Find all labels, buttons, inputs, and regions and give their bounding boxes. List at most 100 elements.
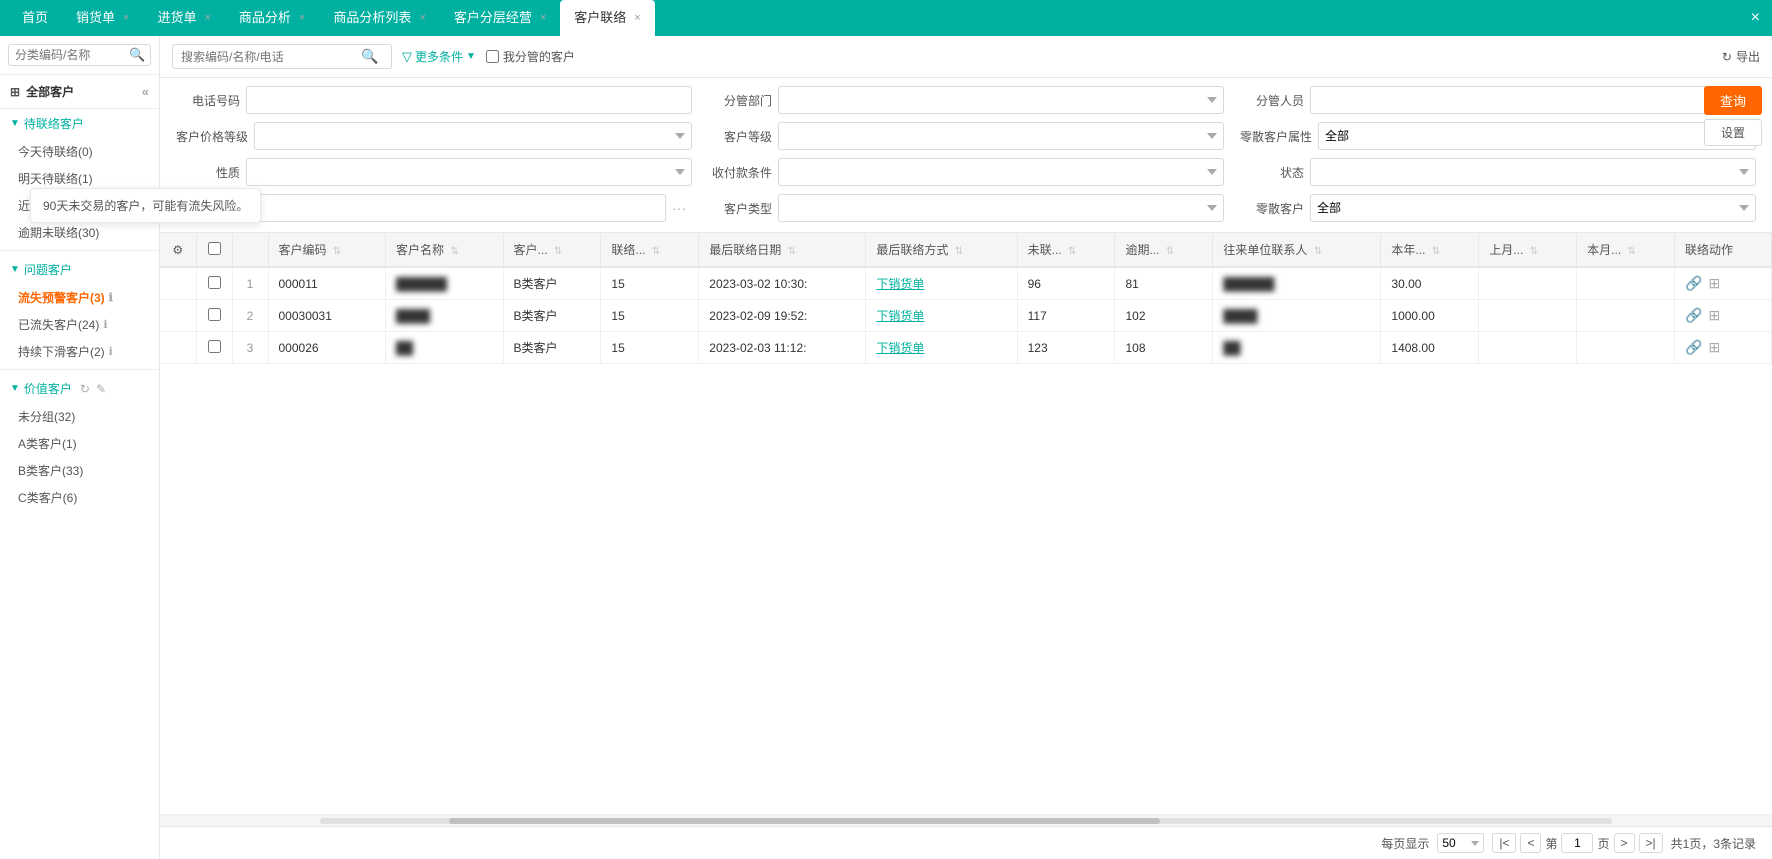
main-search-btn[interactable]: 🔍 [361, 48, 378, 65]
page-num-input[interactable] [1561, 833, 1593, 853]
tab-product-analysis[interactable]: 商品分析 × [225, 0, 319, 36]
filter-label-price-level: 客户价格等级 [176, 128, 254, 145]
sidebar-search-icon[interactable]: 🔍 [129, 47, 145, 63]
horizontal-scrollbar[interactable] [160, 814, 1772, 826]
next-page-btn[interactable]: > [1614, 833, 1635, 853]
row1-last-method[interactable]: 下销货单 [866, 267, 1017, 300]
tab-home[interactable]: 首页 [8, 0, 62, 36]
filter-select-customer-type[interactable] [778, 194, 1224, 222]
tab-sales[interactable]: 销货单 × [62, 0, 143, 36]
row1-checkbox[interactable] [208, 276, 221, 289]
filter-input-phone[interactable] [246, 86, 692, 114]
export-btn[interactable]: ↻ 导出 [1722, 48, 1760, 65]
col-not-contact[interactable]: 未联... ⇅ [1017, 233, 1115, 267]
filter-select-nature[interactable] [246, 158, 692, 186]
sidebar-item-ungroped[interactable]: 未分组(32) [0, 403, 159, 430]
tab-product-list-close[interactable]: × [419, 0, 425, 36]
col-settings[interactable]: ⚙ [160, 233, 196, 267]
prev-page-btn[interactable]: < [1520, 833, 1541, 853]
window-close-btn[interactable]: × [1751, 9, 1772, 27]
tab-purchase-close[interactable]: × [204, 0, 210, 36]
row2-link-icon[interactable]: 🔗 [1685, 307, 1702, 324]
col-actions: 联络动作 [1675, 233, 1772, 267]
my-customers-checkbox-wrap[interactable]: 我分管的客户 [486, 48, 575, 65]
row3-checkbox[interactable] [208, 340, 221, 353]
sidebar-group-value[interactable]: ▼ 价值客户 ↻ ✎ [0, 374, 159, 403]
row3-last-method[interactable]: 下销货单 [866, 332, 1017, 364]
row2-grid-icon[interactable]: ⊞ [1708, 307, 1720, 324]
filter-select-retail-attr[interactable]: 全部 [1318, 122, 1756, 150]
filter-select-manager[interactable] [1310, 86, 1730, 114]
churn-warning-info-icon[interactable]: ℹ [109, 291, 113, 304]
filter-row-4: 区域（地区） ··· 客户类型 零散客户 全部 [176, 194, 1756, 222]
tab-sales-close[interactable]: × [123, 0, 129, 36]
row3-partner: ██ [1213, 332, 1381, 364]
row2-last-method[interactable]: 下销货单 [866, 300, 1017, 332]
sidebar-collapse-btn[interactable]: « [142, 84, 149, 99]
col-contact[interactable]: 联络... ⇅ [601, 233, 699, 267]
col-name[interactable]: 客户名称 ⇅ [386, 233, 504, 267]
row1-settings [160, 267, 196, 300]
row3-link-icon[interactable]: 🔗 [1685, 339, 1702, 356]
filter-input-region[interactable] [254, 194, 666, 222]
sidebar-item-a-class[interactable]: A类客户(1) [0, 430, 159, 457]
filter-select-retail[interactable]: 全部 [1310, 194, 1756, 222]
sidebar-group-pending[interactable]: ▼ 待联络客户 [0, 109, 159, 138]
tab-purchase[interactable]: 进货单 × [143, 0, 224, 36]
settings-button[interactable]: 设置 [1704, 119, 1762, 146]
tab-customer-contact-close[interactable]: × [634, 0, 640, 36]
sidebar-item-churn-warning[interactable]: 流失预警客户(3) ℹ [0, 284, 159, 311]
sidebar-item-today[interactable]: 今天待联络(0) [0, 138, 159, 165]
declining-info-icon[interactable]: ℹ [109, 345, 113, 358]
scrollbar-thumb[interactable] [449, 818, 1160, 824]
my-customers-checkbox[interactable] [486, 50, 499, 63]
col-partner[interactable]: 往来单位联系人 ⇅ [1213, 233, 1381, 267]
filter-more-region[interactable]: ··· [666, 200, 692, 216]
tab-customer-segment[interactable]: 客户分层经营 × [440, 0, 560, 36]
sidebar-group-problem[interactable]: ▼ 问题客户 [0, 255, 159, 284]
row1-link-icon[interactable]: 🔗 [1685, 275, 1702, 292]
row2-checkbox[interactable] [208, 308, 221, 321]
select-all-checkbox[interactable] [208, 242, 221, 255]
filter-select-dept[interactable] [778, 86, 1224, 114]
filter-select-payment[interactable] [778, 158, 1224, 186]
row3-check[interactable] [196, 332, 232, 364]
filter-select-customer-level[interactable] [778, 122, 1224, 150]
first-page-btn[interactable]: |< [1492, 833, 1516, 853]
sidebar: 🔍 ⊞ 全部客户 « ▼ 待联络客户 今天待联络(0) 明天待联络(1) 近7天… [0, 36, 160, 859]
tab-customer-segment-close[interactable]: × [540, 0, 546, 36]
churned-info-icon[interactable]: ℹ [103, 318, 107, 331]
value-refresh-icon[interactable]: ↻ [80, 382, 90, 396]
sidebar-item-overdue[interactable]: 逾期未联络(30) [0, 219, 159, 246]
sidebar-item-b-class[interactable]: B类客户(33) [0, 457, 159, 484]
col-check[interactable] [196, 233, 232, 267]
filter-select-status[interactable] [1310, 158, 1756, 186]
row1-grid-icon[interactable]: ⊞ [1708, 275, 1720, 292]
sidebar-item-declining[interactable]: 持续下滑客户(2) ℹ [0, 338, 159, 365]
col-this-month[interactable]: 本月... ⇅ [1577, 233, 1675, 267]
col-last-method[interactable]: 最后联络方式 ⇅ [866, 233, 1017, 267]
row3-grid-icon[interactable]: ⊞ [1708, 339, 1720, 356]
more-filter-btn[interactable]: ▽ 更多条件 ▼ [402, 48, 476, 65]
filter-select-price-level[interactable] [254, 122, 692, 150]
value-edit-icon[interactable]: ✎ [96, 382, 106, 396]
last-page-btn[interactable]: >| [1639, 833, 1663, 853]
tab-product-analysis-close[interactable]: × [299, 0, 305, 36]
filter-label-dept: 分管部门 [708, 92, 778, 109]
col-last-date[interactable]: 最后联络日期 ⇅ [699, 233, 866, 267]
col-year[interactable]: 本年... ⇅ [1381, 233, 1479, 267]
col-last-month[interactable]: 上月... ⇅ [1479, 233, 1577, 267]
col-overdue[interactable]: 逾期... ⇅ [1115, 233, 1213, 267]
query-button[interactable]: 查询 [1704, 86, 1762, 115]
main-search-input[interactable] [181, 50, 361, 64]
tab-customer-contact[interactable]: 客户联络 × [560, 0, 654, 36]
sidebar-root-title[interactable]: ⊞ 全部客户 « [0, 75, 159, 109]
per-page-select[interactable]: 50 100 200 [1437, 833, 1484, 853]
col-level[interactable]: 客户... ⇅ [503, 233, 601, 267]
tab-product-list[interactable]: 商品分析列表 × [319, 0, 439, 36]
sidebar-item-churned[interactable]: 已流失客户(24) ℹ [0, 311, 159, 338]
row2-check[interactable] [196, 300, 232, 332]
sidebar-item-c-class[interactable]: C类客户(6) [0, 484, 159, 511]
row1-check[interactable] [196, 267, 232, 300]
col-code[interactable]: 客户编码 ⇅ [268, 233, 386, 267]
